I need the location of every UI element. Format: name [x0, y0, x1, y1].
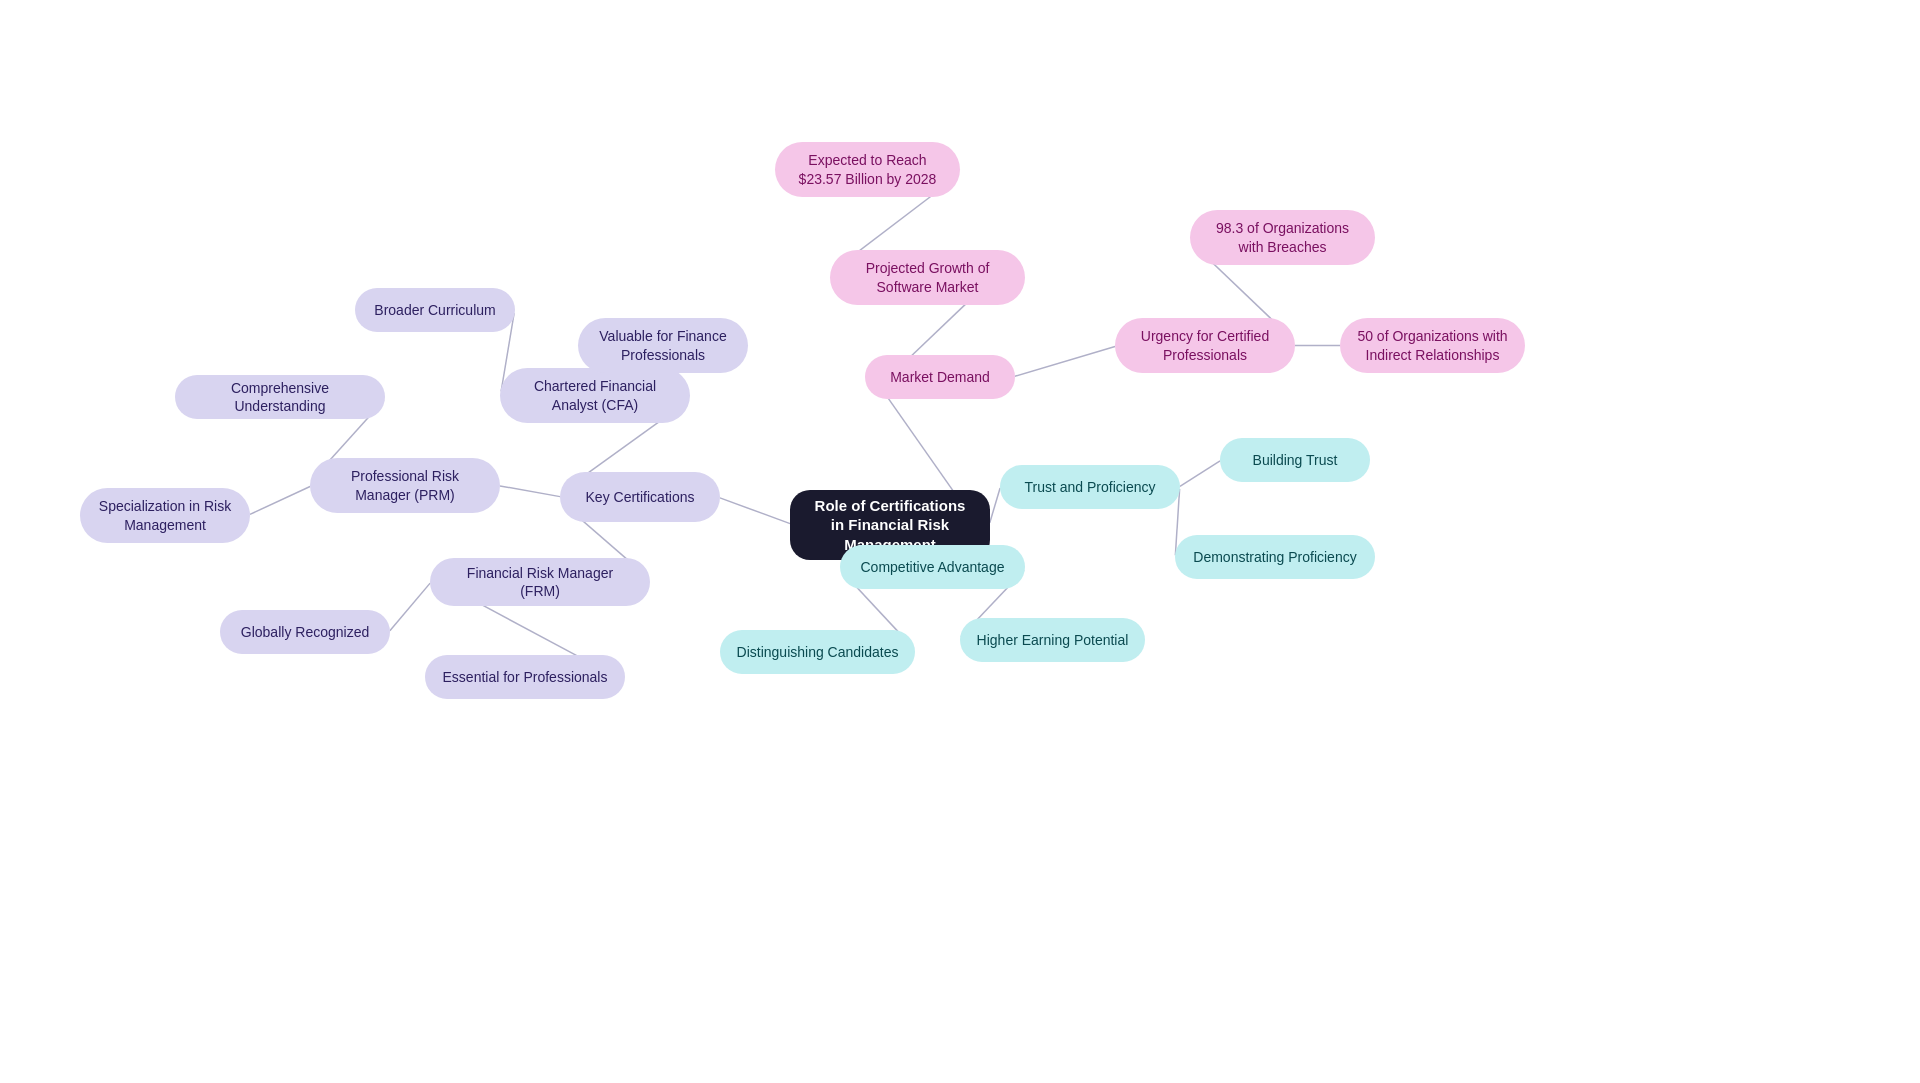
- svg-line-5: [500, 486, 560, 497]
- node-building-trust: Building Trust: [1220, 438, 1370, 482]
- node-competitive: Competitive Advantage: [840, 545, 1025, 589]
- node-proj-growth: Projected Growth of Software Market: [830, 250, 1025, 305]
- node-essential: Essential for Professionals: [425, 655, 625, 699]
- node-expected: Expected to Reach $23.57 Billion by 2028: [775, 142, 960, 197]
- svg-line-0: [720, 498, 790, 524]
- svg-line-1: [883, 391, 959, 499]
- node-broader: Broader Curriculum: [355, 288, 515, 332]
- node-higher-earning: Higher Earning Potential: [960, 618, 1145, 662]
- svg-line-13: [910, 303, 967, 357]
- node-98-3: 98.3 of Organizations with Breaches: [1190, 210, 1375, 265]
- svg-line-10: [250, 486, 310, 514]
- svg-line-18: [1180, 461, 1220, 486]
- mindmap-container: Role of Certifications in Financial Risk…: [0, 0, 1920, 1083]
- node-key-cert: Key Certifications: [560, 472, 720, 522]
- node-globally: Globally Recognized: [220, 610, 390, 654]
- node-market-demand: Market Demand: [865, 355, 1015, 399]
- node-comprehensive: Comprehensive Understanding: [175, 375, 385, 419]
- node-frm: Financial Risk Manager (FRM): [430, 558, 650, 606]
- node-distinguishing: Distinguishing Candidates: [720, 630, 915, 674]
- svg-line-11: [390, 583, 430, 631]
- node-urgency: Urgency for Certified Professionals: [1115, 318, 1295, 373]
- node-demonstrating: Demonstrating Proficiency: [1175, 535, 1375, 579]
- svg-line-2: [990, 488, 1000, 523]
- svg-line-15: [1015, 346, 1115, 376]
- node-prm: Professional Risk Manager (PRM): [310, 458, 500, 513]
- node-50-orgs: 50 of Organizations with Indirect Relati…: [1340, 318, 1525, 373]
- node-cfa: Chartered Financial Analyst (CFA): [500, 368, 690, 423]
- node-trust-prof: Trust and Proficiency: [1000, 465, 1180, 509]
- svg-line-12: [476, 601, 584, 659]
- node-valuable: Valuable for Finance Professionals: [578, 318, 748, 373]
- node-specialization: Specialization in Risk Management: [80, 488, 250, 543]
